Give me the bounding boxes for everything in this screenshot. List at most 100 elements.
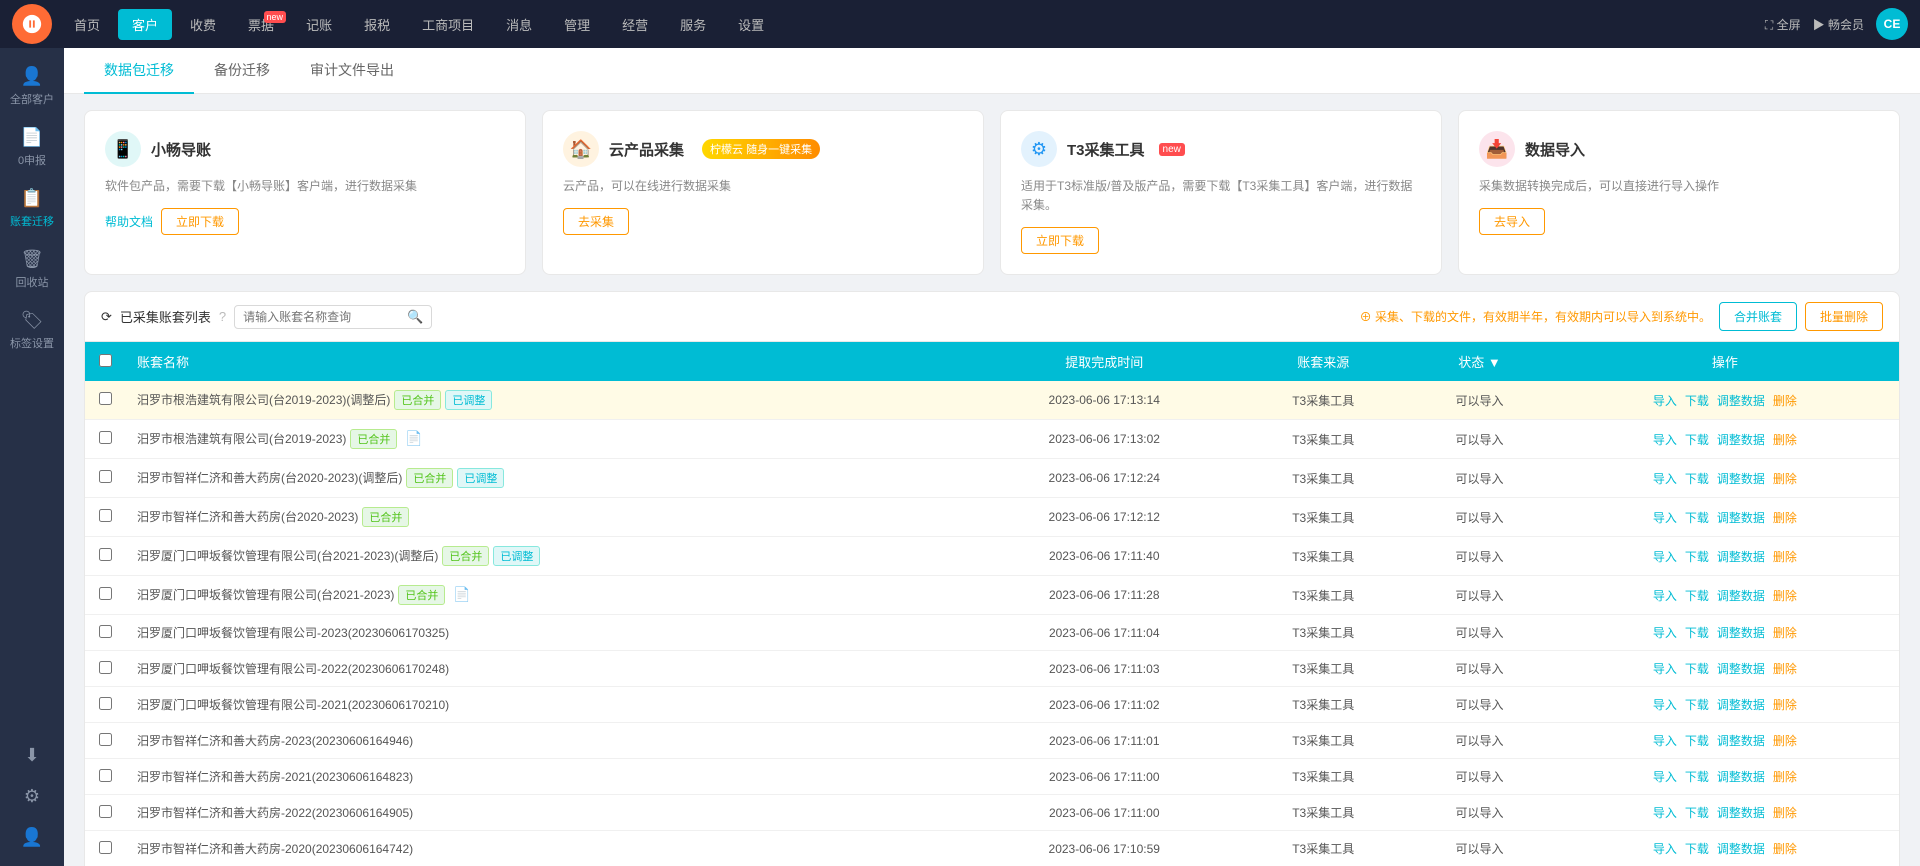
- delete-link[interactable]: 删除: [1773, 394, 1797, 408]
- download-link[interactable]: 下载: [1685, 698, 1709, 712]
- delete-link[interactable]: 删除: [1773, 472, 1797, 486]
- adjust-link[interactable]: 调整数据: [1717, 842, 1765, 856]
- sidebar-item-zero-report[interactable]: 📄 0申报: [4, 119, 60, 176]
- adjust-link[interactable]: 调整数据: [1717, 734, 1765, 748]
- yunpincai-collect-btn[interactable]: 去采集: [563, 208, 629, 235]
- adjust-link[interactable]: 调整数据: [1717, 770, 1765, 784]
- nav-business[interactable]: 工商项目: [408, 9, 488, 40]
- import-link[interactable]: 导入: [1653, 394, 1677, 408]
- delete-link[interactable]: 删除: [1773, 770, 1797, 784]
- nav-fee[interactable]: 收费: [176, 9, 230, 40]
- adjust-link[interactable]: 调整数据: [1717, 662, 1765, 676]
- adjust-link[interactable]: 调整数据: [1717, 433, 1765, 447]
- download-link[interactable]: 下载: [1685, 550, 1709, 564]
- row-checkbox[interactable]: [99, 769, 112, 782]
- download-link[interactable]: 下载: [1685, 472, 1709, 486]
- delete-link[interactable]: 删除: [1773, 698, 1797, 712]
- import-link[interactable]: 导入: [1653, 472, 1677, 486]
- nav-manage[interactable]: 管理: [550, 9, 604, 40]
- fullscreen-btn[interactable]: ⛶ 全屏: [1765, 16, 1801, 33]
- import-link[interactable]: 导入: [1653, 806, 1677, 820]
- adjust-link[interactable]: 调整数据: [1717, 394, 1765, 408]
- tab-data-migration[interactable]: 数据包迁移: [84, 48, 194, 94]
- import-link[interactable]: 导入: [1653, 698, 1677, 712]
- row-checkbox[interactable]: [99, 625, 112, 638]
- merge-account-btn[interactable]: 合并账套: [1719, 302, 1797, 331]
- import-link[interactable]: 导入: [1653, 734, 1677, 748]
- download-link[interactable]: 下载: [1685, 806, 1709, 820]
- download-link[interactable]: 下载: [1685, 842, 1709, 856]
- xiaochangzhang-download-btn[interactable]: 立即下载: [161, 208, 239, 235]
- import-link[interactable]: 导入: [1653, 433, 1677, 447]
- sidebar-item-recycle[interactable]: 🗑 回收站: [4, 241, 60, 298]
- adjust-link[interactable]: 调整数据: [1717, 698, 1765, 712]
- adjust-link[interactable]: 调整数据: [1717, 472, 1765, 486]
- import-link[interactable]: 导入: [1653, 842, 1677, 856]
- row-checkbox[interactable]: [99, 470, 112, 483]
- row-checkbox[interactable]: [99, 697, 112, 710]
- download-link[interactable]: 下载: [1685, 770, 1709, 784]
- row-checkbox[interactable]: [99, 841, 112, 854]
- delete-link[interactable]: 删除: [1773, 589, 1797, 603]
- delete-link[interactable]: 删除: [1773, 626, 1797, 640]
- tab-audit-export[interactable]: 审计文件导出: [290, 48, 414, 94]
- row-checkbox[interactable]: [99, 509, 112, 522]
- nav-tax[interactable]: 报税: [350, 9, 404, 40]
- nav-client[interactable]: 客户: [118, 9, 172, 40]
- xiaochangzhang-help-link[interactable]: 帮助文档: [105, 213, 153, 230]
- sidebar-settings-icon[interactable]: ⚙: [18, 780, 46, 813]
- delete-link[interactable]: 删除: [1773, 842, 1797, 856]
- delete-link[interactable]: 删除: [1773, 662, 1797, 676]
- adjust-link[interactable]: 调整数据: [1717, 550, 1765, 564]
- list-help-icon[interactable]: ?: [219, 309, 226, 324]
- delete-link[interactable]: 删除: [1773, 734, 1797, 748]
- nav-invoice[interactable]: 票据 new: [234, 9, 288, 40]
- app-logo[interactable]: [12, 4, 52, 44]
- row-checkbox[interactable]: [99, 548, 112, 561]
- import-link[interactable]: 导入: [1653, 550, 1677, 564]
- nav-message[interactable]: 消息: [492, 9, 546, 40]
- nav-operation[interactable]: 经营: [608, 9, 662, 40]
- shujudaoru-import-btn[interactable]: 去导入: [1479, 208, 1545, 235]
- search-input[interactable]: [243, 310, 403, 324]
- sidebar-download-icon[interactable]: ⬇: [18, 739, 45, 772]
- select-all-checkbox[interactable]: [99, 354, 112, 367]
- tab-backup-migration[interactable]: 备份迁移: [194, 48, 290, 94]
- nav-service[interactable]: 服务: [666, 9, 720, 40]
- row-checkbox[interactable]: [99, 733, 112, 746]
- adjust-link[interactable]: 调整数据: [1717, 589, 1765, 603]
- sidebar-item-account-migration[interactable]: 📋 账套迁移: [4, 180, 60, 237]
- row-file-icon[interactable]: 📄: [401, 430, 422, 446]
- refresh-icon[interactable]: ⟳: [101, 309, 112, 325]
- delete-link[interactable]: 删除: [1773, 433, 1797, 447]
- nav-setting[interactable]: 设置: [724, 9, 778, 40]
- import-link[interactable]: 导入: [1653, 589, 1677, 603]
- adjust-link[interactable]: 调整数据: [1717, 511, 1765, 525]
- row-file-icon[interactable]: 📄: [449, 586, 470, 602]
- nav-accounting[interactable]: 记账: [292, 9, 346, 40]
- sidebar-user-icon[interactable]: 👤: [15, 821, 49, 854]
- row-checkbox[interactable]: [99, 805, 112, 818]
- row-checkbox[interactable]: [99, 661, 112, 674]
- batch-delete-btn[interactable]: 批量删除: [1805, 302, 1883, 331]
- download-link[interactable]: 下载: [1685, 589, 1709, 603]
- adjust-link[interactable]: 调整数据: [1717, 806, 1765, 820]
- sidebar-item-tag-settings[interactable]: 🏷 标签设置: [4, 302, 60, 359]
- delete-link[interactable]: 删除: [1773, 511, 1797, 525]
- delete-link[interactable]: 删除: [1773, 550, 1797, 564]
- download-link[interactable]: 下载: [1685, 662, 1709, 676]
- member-btn[interactable]: ▶ 畅会员: [1813, 16, 1864, 33]
- delete-link[interactable]: 删除: [1773, 806, 1797, 820]
- import-link[interactable]: 导入: [1653, 662, 1677, 676]
- download-link[interactable]: 下载: [1685, 394, 1709, 408]
- import-link[interactable]: 导入: [1653, 626, 1677, 640]
- sidebar-item-all-clients[interactable]: 👤 全部客户: [4, 58, 60, 115]
- download-link[interactable]: 下载: [1685, 626, 1709, 640]
- download-link[interactable]: 下载: [1685, 734, 1709, 748]
- row-checkbox[interactable]: [99, 587, 112, 600]
- row-checkbox[interactable]: [99, 392, 112, 405]
- user-avatar[interactable]: CE: [1876, 8, 1908, 40]
- adjust-link[interactable]: 调整数据: [1717, 626, 1765, 640]
- download-link[interactable]: 下载: [1685, 433, 1709, 447]
- t3caiji-download-btn[interactable]: 立即下载: [1021, 227, 1099, 254]
